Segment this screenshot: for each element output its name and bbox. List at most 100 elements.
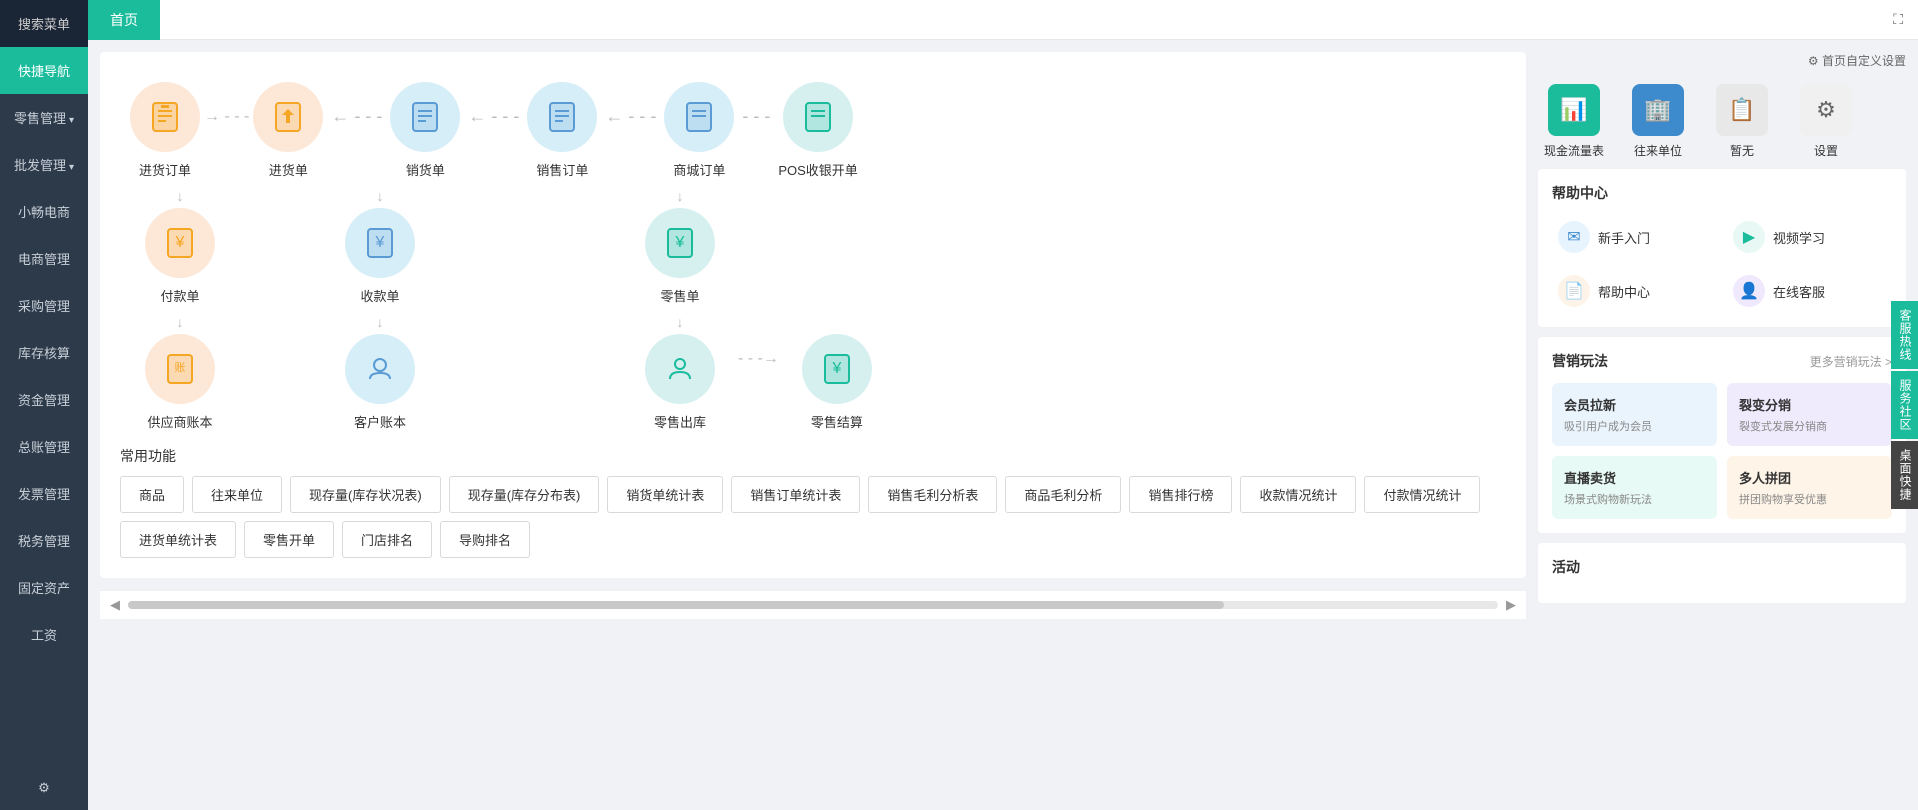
node-icon-xiao-huo [390,82,460,152]
func-btn-销货单统计表[interactable]: 销货单统计表 [607,476,723,513]
scrollbar-row: ◀ ▶ [100,590,1526,619]
icon-label-暂无: 暂无 [1730,142,1754,159]
float-buttons: 客服热线服务社区桌面快捷 [1891,301,1918,509]
workflow-node-jinhuo-dingdan[interactable]: 进货订单 [130,82,200,179]
func-btn-零售开单[interactable]: 零售开单 [244,521,334,558]
workflow-node-shoukuan[interactable]: ¥ [345,208,415,278]
marketing-item-多人拼团[interactable]: 多人拼团拼团购物享受优惠 [1727,456,1892,519]
help-item-帮助中心[interactable]: 📄帮助中心 [1552,269,1717,313]
scroll-track[interactable] [128,601,1498,609]
sidebar-item-税务管理[interactable]: 税务管理 [0,517,88,564]
sidebar-item-资金管理[interactable]: 资金管理 [0,376,88,423]
sidebar-item-零售管理[interactable]: 零售管理▾ [0,94,88,141]
arrow-1: → - - - [200,108,253,154]
float-btn-客服热线[interactable]: 客服热线 [1891,301,1918,369]
workflow-node-gongyingshang[interactable]: 账 [145,334,215,404]
sidebar-item-采购管理[interactable]: 采购管理 [0,282,88,329]
right-panel: ⚙ 首页自定义设置 📊现金流量表🏢往来单位📋暂无⚙设置 帮助中心 ✉新手入门▶视… [1538,40,1918,810]
scroll-right-btn[interactable]: ▶ [1506,597,1516,613]
workflow-node-xiaoshou-dingdan[interactable]: 销售订单 [527,82,597,179]
func-btn-商品毛利分析[interactable]: 商品毛利分析 [1005,476,1121,513]
arrow-down-lingshouchuku: ↓ [677,315,684,329]
sidebar: 搜索菜单 快捷导航零售管理▾批发管理▾小畅电商电商管理采购管理库存核算资金管理总… [0,0,88,810]
arrow-down-gongyingshang: ↓ [177,315,184,329]
func-btn-现存量(库存状况表)[interactable]: 现存量(库存状况表) [290,476,441,513]
scroll-left-btn[interactable]: ◀ [110,597,120,613]
arrow-down-lingshoucjiesuan: ↓ [833,315,840,329]
svg-text:¥: ¥ [831,360,841,377]
quick-icon-往来单位[interactable]: 🏢往来单位 [1622,84,1694,159]
tab-home[interactable]: 首页 [88,0,160,40]
workflow-node-fukuan[interactable]: ¥ [145,208,215,278]
sidebar-item-工资[interactable]: 工资 [0,611,88,658]
help-icon-视频学习: ▶ [1733,221,1765,253]
svg-text:¥: ¥ [175,234,185,251]
marketing-item-直播卖货[interactable]: 直播卖货场景式购物新玩法 [1552,456,1717,519]
workflow-node-jinhuo-dan[interactable]: 进货单 [253,82,323,179]
func-btn-付款情况统计[interactable]: 付款情况统计 [1364,476,1480,513]
float-btn-桌面快捷[interactable]: 桌面快捷 [1891,441,1918,509]
sidebar-nav: 快捷导航零售管理▾批发管理▾小畅电商电商管理采购管理库存核算资金管理总账管理发票… [0,47,88,658]
sidebar-item-小畅电商[interactable]: 小畅电商 [0,188,88,235]
workflow-node-shangcheng[interactable]: 商城订单 [664,82,734,179]
workflow-node-lingshou[interactable]: ¥ [645,208,715,278]
float-btn-服务社区[interactable]: 服务社区 [1891,371,1918,439]
arrow-5: - - - [734,106,778,155]
svg-text:¥: ¥ [675,234,685,251]
func-btn-销售订单统计表[interactable]: 销售订单统计表 [731,476,860,513]
mkt-sub-裂变分销: 裂变式发展分销商 [1739,418,1880,434]
func-btn-销售毛利分析表[interactable]: 销售毛利分析表 [868,476,997,513]
help-icon-新手入门: ✉ [1558,221,1590,253]
workflow-node-kehu[interactable] [345,334,415,404]
help-text-在线客服: 在线客服 [1773,282,1825,301]
sidebar-item-快捷导航[interactable]: 快捷导航 [0,47,88,94]
marketing-more-link[interactable]: 更多营销玩法 > [1810,353,1892,370]
workflow-node-pos[interactable]: POS收银开单 [778,82,857,179]
icon-box-设置: ⚙ [1800,84,1852,136]
node-label-xiaoshou-dingdan: 销售订单 [536,160,588,179]
help-item-在线客服[interactable]: 👤在线客服 [1727,269,1892,313]
marketing-header: 营销玩法 更多营销玩法 > [1552,351,1892,371]
workflow-node-lingshoucjiesuan[interactable]: ¥ [802,334,872,404]
sidebar-item-批发管理[interactable]: 批发管理▾ [0,141,88,188]
activity-card: 活动 [1538,543,1906,603]
workflow-diagram: 进货订单 → - - - 进货单 ← - - - [120,72,1506,441]
arrow-down-fukuan: ↓ [177,189,184,203]
func-btn-往来单位[interactable]: 往来单位 [192,476,282,513]
node-col-lingshouchuku: ↓ 零售出库 [630,315,730,431]
func-btn-进货单统计表[interactable]: 进货单统计表 [120,521,236,558]
func-btn-现存量(库存分布表)[interactable]: 现存量(库存分布表) [449,476,600,513]
marketing-item-裂变分销[interactable]: 裂变分销裂变式发展分销商 [1727,383,1892,446]
quick-icon-暂无[interactable]: 📋暂无 [1706,84,1778,159]
func-btn-商品[interactable]: 商品 [120,476,184,513]
quick-icon-现金流量表[interactable]: 📊现金流量表 [1538,84,1610,159]
mkt-sub-直播卖货: 场景式购物新玩法 [1564,491,1705,507]
sidebar-item-总账管理[interactable]: 总账管理 [0,423,88,470]
func-btn-导购排名[interactable]: 导购排名 [440,521,530,558]
mkt-title-多人拼团: 多人拼团 [1739,468,1880,487]
fullscreen-button[interactable]: ⛶ [1888,6,1908,32]
help-item-视频学习[interactable]: ▶视频学习 [1727,215,1892,259]
quick-icon-设置[interactable]: ⚙设置 [1790,84,1862,159]
customize-link[interactable]: ⚙ 首页自定义设置 [1808,52,1906,69]
mkt-sub-会员拉新: 吸引用户成为会员 [1564,418,1705,434]
func-btn-门店排名[interactable]: 门店排名 [342,521,432,558]
marketing-title: 营销玩法 [1552,351,1608,371]
node-icon-pos [783,82,853,152]
workflow-node-lingshouchuku[interactable] [645,334,715,404]
sidebar-item-库存核算[interactable]: 库存核算 [0,329,88,376]
activity-title: 活动 [1552,557,1892,577]
marketing-item-会员拉新[interactable]: 会员拉新吸引用户成为会员 [1552,383,1717,446]
sidebar-settings-btn[interactable]: ⚙ [0,766,88,810]
func-btn-收款情况统计[interactable]: 收款情况统计 [1240,476,1356,513]
func-btn-销售排行榜[interactable]: 销售排行榜 [1129,476,1232,513]
icon-box-现金流量表: 📊 [1548,84,1600,136]
help-item-新手入门[interactable]: ✉新手入门 [1552,215,1717,259]
sidebar-search[interactable]: 搜索菜单 [0,0,88,47]
workflow-node-xiao-huo[interactable]: 销货单 [390,82,460,179]
arrow-lingshou: - - -→ [730,350,787,396]
node-label-fukuan: 付款单 [160,286,199,305]
sidebar-item-发票管理[interactable]: 发票管理 [0,470,88,517]
sidebar-item-电商管理[interactable]: 电商管理 [0,235,88,282]
sidebar-item-固定资产[interactable]: 固定资产 [0,564,88,611]
